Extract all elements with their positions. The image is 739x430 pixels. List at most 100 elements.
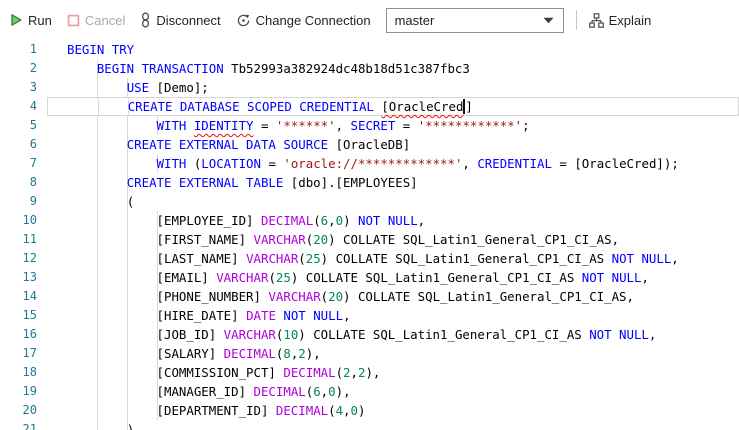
line-number: 9 [0,192,47,211]
code-token: ), [365,365,380,380]
code-token: [SALARY] [157,346,224,361]
code-token: , [649,327,656,342]
code-token: , [336,118,351,133]
disconnect-button-label: Disconnect [156,13,220,28]
disconnect-button[interactable]: Disconnect [140,12,220,28]
run-icon [9,13,23,27]
line-number: 10 [0,211,47,230]
code-token: NOT NULL [612,251,672,266]
code-token: DECIMAL [254,384,306,399]
code-token: , [641,270,648,285]
code-token [186,118,193,133]
code-token: CREATE DATABASE SCOPED CREDENTIAL [128,99,374,114]
code-line[interactable]: 14 [PHONE_NUMBER] VARCHAR(20) COLLATE SQ… [0,287,739,306]
code-token: CREATE EXTERNAL DATA SOURCE [127,137,328,152]
code-line[interactable]: 9 ( [0,192,739,211]
code-token: ) [298,327,313,342]
code-line[interactable]: 5 WITH IDENTITY = '******', SECRET = '**… [0,116,739,135]
code-token: ) [358,403,365,418]
code-token: COLLATE SQL_Latin1_General_CP1_CI_AS, [343,232,619,247]
code-line[interactable]: 20 [DEPARTMENT_ID] DECIMAL(4,0) [0,401,739,420]
run-button-label: Run [28,13,52,28]
explain-button[interactable]: Explain [589,13,652,28]
explain-icon [589,13,604,28]
code-token: VARCHAR [216,270,268,285]
code-token: ) [127,422,134,430]
code-token: 20 [313,232,328,247]
line-number: 20 [0,401,47,420]
code-token: WITH [157,156,187,171]
line-number: 19 [0,382,47,401]
change-connection-button-label: Change Connection [256,13,371,28]
code-token: 2 [298,346,305,361]
code-token: 25 [306,251,321,266]
code-token: [HIRE_DATE] [157,308,247,323]
line-number: 14 [0,287,47,306]
code-token: ) [343,289,358,304]
code-token: BEGIN TRANSACTION [97,61,224,76]
query-toolbar: Run Cancel Disconnect [0,0,739,40]
sql-editor[interactable]: 1BEGIN TRY2 BEGIN TRANSACTION Tb52993a38… [0,40,739,430]
code-token: [JOB_ID] [157,327,224,342]
code-token: = [552,156,574,171]
code-token: ( [313,213,320,228]
code-line[interactable]: 7 WITH (LOCATION = 'oracle://***********… [0,154,739,173]
code-token: [EMPLOYEE_ID] [157,213,261,228]
code-token: 6 [313,384,320,399]
line-number: 17 [0,344,47,363]
database-dropdown[interactable]: master [386,8,564,33]
code-line[interactable]: 18 [COMMISSION_PCT] DECIMAL(2,2), [0,363,739,382]
code-token: Tb52993a382924dc48b18d51c387fbc3 [224,61,470,76]
line-number: 12 [0,249,47,268]
code-line[interactable]: 17 [SALARY] DECIMAL(8,2), [0,344,739,363]
code-token: [FIRST_NAME] [157,232,254,247]
code-token: ) [343,213,358,228]
code-token: 0 [328,384,335,399]
code-token: VARCHAR [246,251,298,266]
explain-button-label: Explain [609,13,652,28]
code-line[interactable]: 12 [LAST_NAME] VARCHAR(25) COLLATE SQL_L… [0,249,739,268]
change-connection-button[interactable]: Change Connection [236,13,371,28]
code-token: IDENTITY [194,118,254,133]
code-token: COLLATE SQL_Latin1_General_CP1_CI_AS [306,270,582,285]
code-line[interactable]: 19 [MANAGER_ID] DECIMAL(6,0), [0,382,739,401]
code-token: ; [522,118,529,133]
code-token: [MANAGER_ID] [157,384,254,399]
run-button[interactable]: Run [9,13,52,28]
code-line[interactable]: 13 [EMAIL] VARCHAR(25) COLLATE SQL_Latin… [0,268,739,287]
code-line[interactable]: 10 [EMPLOYEE_ID] DECIMAL(6,0) NOT NULL, [0,211,739,230]
code-token: ] [465,99,472,114]
code-token: '************' [418,118,522,133]
query-editor-window: Run Cancel Disconnect [0,0,739,430]
code-line[interactable]: 6 CREATE EXTERNAL DATA SOURCE [OracleDB] [0,135,739,154]
code-token: [OracleDB] [328,137,410,152]
code-line[interactable]: 15 [HIRE_DATE] DATE NOT NULL, [0,306,739,325]
code-line[interactable]: 21 ) [0,420,739,430]
code-token: 25 [276,270,291,285]
line-number: 7 [0,154,47,173]
code-line[interactable]: 4 CREATE DATABASE SCOPED CREDENTIAL [Ora… [0,97,739,116]
code-line[interactable]: 11 [FIRST_NAME] VARCHAR(20) COLLATE SQL_… [0,230,739,249]
code-token: DECIMAL [224,346,276,361]
cancel-icon [67,14,80,27]
code-token: [DEPARTMENT_ID] [157,403,276,418]
chevron-down-icon [543,11,554,29]
cancel-button[interactable]: Cancel [67,13,125,28]
code-token: 20 [328,289,343,304]
code-token: 0 [336,213,343,228]
code-line[interactable]: 2 BEGIN TRANSACTION Tb52993a382924dc48b1… [0,59,739,78]
code-line[interactable]: 8 CREATE EXTERNAL TABLE [dbo].[EMPLOYEES… [0,173,739,192]
line-number: 6 [0,135,47,154]
code-token: ) [321,251,336,266]
code-token: 'oracle://*************' [283,156,462,171]
code-token: NOT NULL [358,213,418,228]
code-token: = [254,118,276,133]
code-line[interactable]: 3 USE [Demo]; [0,78,739,97]
code-token: ( [298,251,305,266]
code-token: '******' [276,118,336,133]
code-token: 10 [283,327,298,342]
code-line[interactable]: 16 [JOB_ID] VARCHAR(10) COLLATE SQL_Lati… [0,325,739,344]
line-number: 13 [0,268,47,287]
code-line[interactable]: 1BEGIN TRY [0,40,739,59]
code-token: ( [186,156,201,171]
